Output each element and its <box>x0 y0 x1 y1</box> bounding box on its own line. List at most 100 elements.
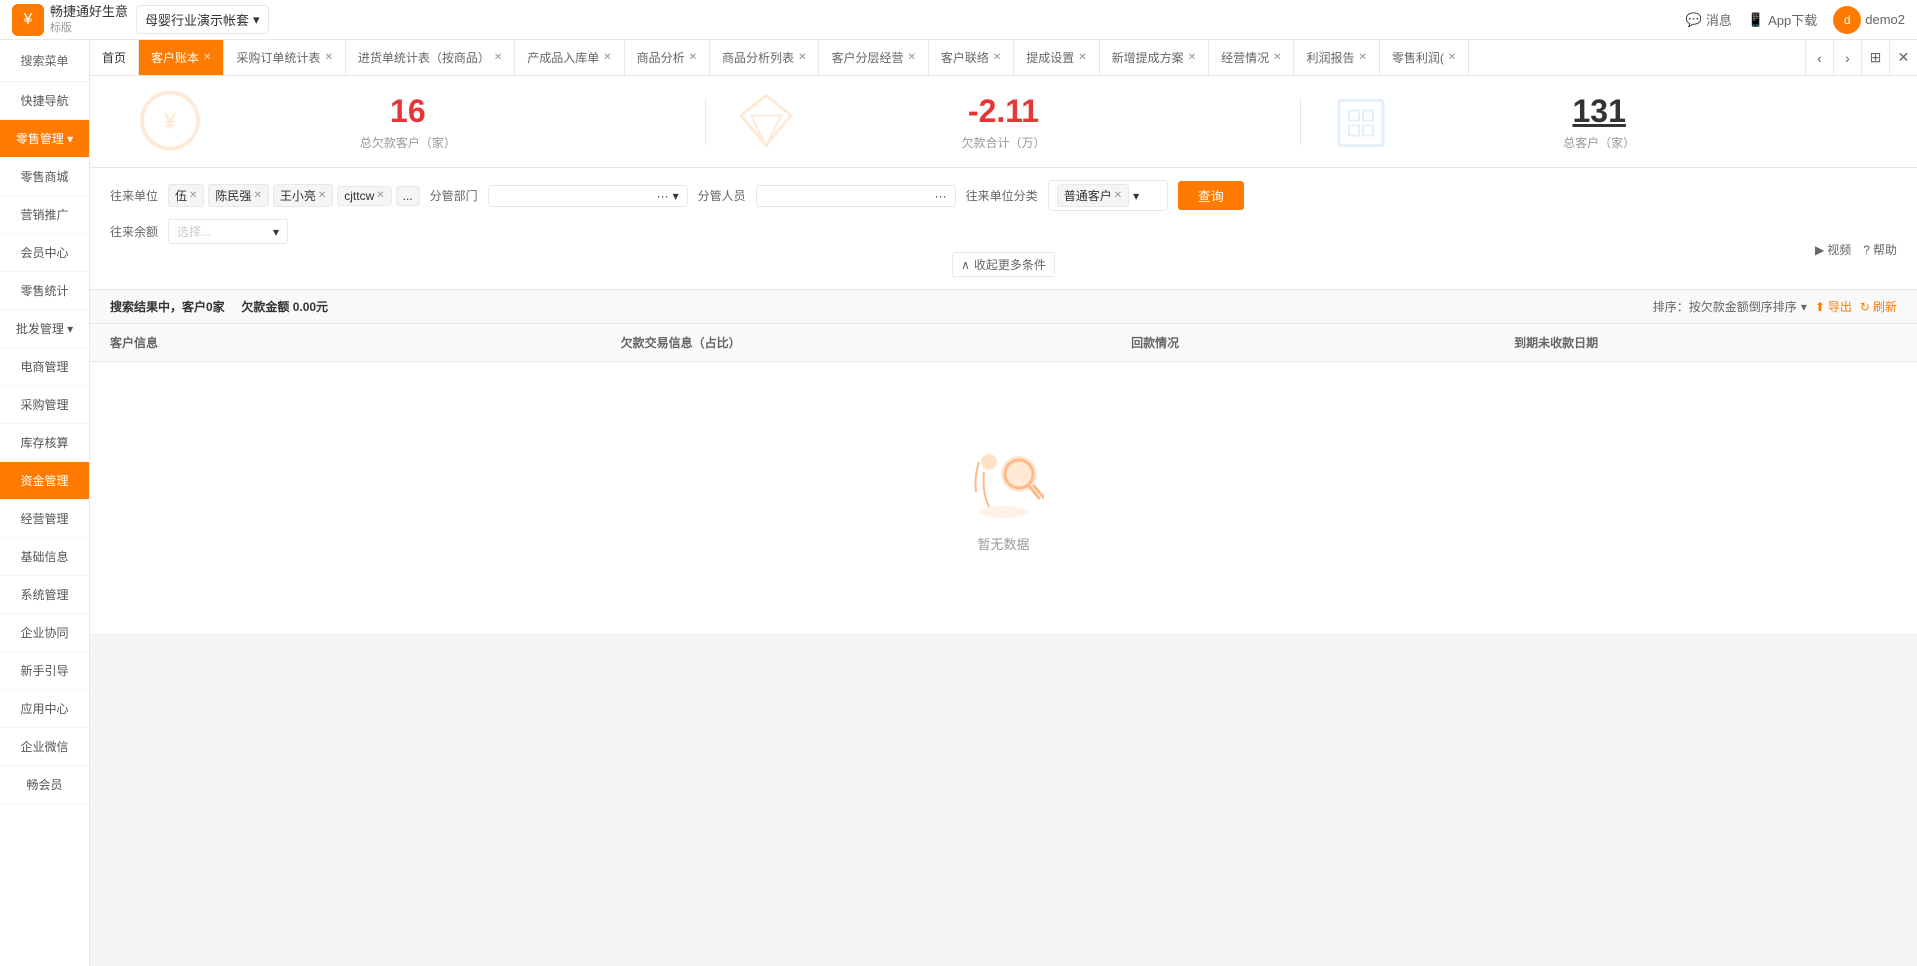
export-btn[interactable]: ⬆ 导出 <box>1815 298 1852 315</box>
empty-icon <box>964 442 1044 522</box>
col-overdue-info: 欠款交易信息（占比） <box>621 334 1132 351</box>
tab-inbound-stats[interactable]: 进货单统计表（按商品） ✕ <box>346 40 515 76</box>
collapse-btn[interactable]: ∧ 收起更多条件 <box>952 252 1055 277</box>
message-btn[interactable]: 💬 消息 <box>1686 10 1732 29</box>
refresh-icon: ↻ <box>1860 300 1870 314</box>
balance-filter-label: 往来余额 <box>110 223 158 240</box>
tab-close-retail-profit[interactable]: ✕ <box>1448 52 1456 63</box>
tab-profit-report[interactable]: 利润报告 ✕ <box>1294 40 1379 76</box>
header-wrap: ¥ 16 总欠款客户（家） <box>90 76 1917 168</box>
sidebar-item-ecommerce-mgmt[interactable]: 电商管理 <box>0 348 89 386</box>
tab-ops-situation[interactable]: 经营情况 ✕ <box>1209 40 1294 76</box>
tab-nav-btns: ‹ › ⊞ ✕ <box>1805 40 1917 76</box>
tab-production-inbound[interactable]: 产成品入库单 ✕ <box>515 40 624 76</box>
sidebar-item-basic-info[interactable]: 基础信息 <box>0 538 89 576</box>
unit-tag-wu: 伍 ✕ <box>168 184 204 207</box>
sidebar-item-wechat[interactable]: 企业微信 <box>0 728 89 766</box>
unit-type-label: 往来单位分类 <box>966 187 1038 204</box>
sidebar-item-batch-mgmt[interactable]: 批发管理 ▾ <box>0 310 89 348</box>
video-link[interactable]: ▶ 视频 <box>1815 241 1851 258</box>
overdue-customers-value: 16 <box>390 92 426 130</box>
tab-prev-btn[interactable]: ‹ <box>1805 40 1833 76</box>
unit-type-tag-normal: 普通客户 ✕ <box>1057 184 1129 207</box>
tab-purchase-order-stats[interactable]: 采购订单统计表 ✕ <box>224 40 345 76</box>
unit-filter-label: 往来单位 <box>110 187 158 204</box>
unit-type-tags: 普通客户 ✕ <box>1057 184 1129 207</box>
balance-filter-select[interactable]: 选择... ▾ <box>168 219 288 244</box>
export-icon: ⬆ <box>1815 300 1825 314</box>
unit-tag-chen-close[interactable]: ✕ <box>253 190 261 201</box>
unit-filter-tags: 伍 ✕ 陈民强 ✕ 王小亮 ✕ cjttcw ✕ <box>168 184 420 207</box>
tab-retail-profit[interactable]: 零售利润( ✕ <box>1380 40 1469 76</box>
tab-close-profit-report[interactable]: ✕ <box>1359 52 1367 63</box>
unit-type-tag-close[interactable]: ✕ <box>1114 190 1122 201</box>
tab-close-customer-ledger[interactable]: ✕ <box>203 52 211 63</box>
sidebar-item-marketing[interactable]: 营销推广 <box>0 196 89 234</box>
query-button[interactable]: 查询 <box>1178 181 1244 210</box>
tab-close-ops-situation[interactable]: ✕ <box>1273 52 1281 63</box>
tab-close-add-commission[interactable]: ✕ <box>1188 52 1196 63</box>
sidebar-item-app-center[interactable]: 应用中心 <box>0 690 89 728</box>
sidebar-item-retail-mall[interactable]: 零售商城 <box>0 158 89 196</box>
search-menu-btn[interactable]: 搜索菜单 <box>8 48 81 73</box>
sidebar-item-quick-nav[interactable]: 快捷导航 <box>0 82 89 120</box>
coin-icon: ¥ <box>140 90 200 153</box>
results-sort[interactable]: 排序：按欠款金额倒序排序 ▾ <box>1653 298 1807 315</box>
sidebar-item-inventory[interactable]: 库存核算 <box>0 424 89 462</box>
tab-product-analysis[interactable]: 商品分析 ✕ <box>625 40 710 76</box>
results-actions: 排序：按欠款金额倒序排序 ▾ ⬆ 导出 ↻ 刷新 <box>1653 298 1897 315</box>
store-selector[interactable]: 母婴行业演示帐套 ▾ <box>136 5 269 34</box>
sidebar-item-retail-stats[interactable]: 零售统计 <box>0 272 89 310</box>
tab-bar: 首页 客户账本 ✕ 采购订单统计表 ✕ 进货单统计表（按商品） ✕ 产成品入库单… <box>90 40 1917 76</box>
unit-type-filter-select[interactable]: 普通客户 ✕ ▾ <box>1048 180 1168 211</box>
unit-tag-wang-close[interactable]: ✕ <box>318 190 326 201</box>
tab-close-production-inbound[interactable]: ✕ <box>603 52 611 63</box>
unit-tag-cjttcw-close[interactable]: ✕ <box>376 190 384 201</box>
sidebar-item-purchase-mgmt[interactable]: 采购管理 <box>0 386 89 424</box>
refresh-btn[interactable]: ↻ 刷新 <box>1860 298 1897 315</box>
sidebar-item-member[interactable]: 畅会员 <box>0 766 89 804</box>
app-download-btn[interactable]: 📱 App下载 <box>1748 10 1817 29</box>
sidebar-item-member-center[interactable]: 会员中心 <box>0 234 89 272</box>
tab-add-commission[interactable]: 新增提成方案 ✕ <box>1100 40 1209 76</box>
tab-close-inbound-stats[interactable]: ✕ <box>494 52 502 63</box>
sidebar-item-capital-mgmt[interactable]: 资金管理 <box>0 462 89 500</box>
results-amount: 欠款金额 0.00元 <box>241 300 328 314</box>
unit-tag-cjttcw: cjttcw ✕ <box>337 186 391 206</box>
tab-customer-connect[interactable]: 客户联络 ✕ <box>929 40 1014 76</box>
tab-close-customer-segment[interactable]: ✕ <box>907 52 915 63</box>
tab-close-product-analysis-list[interactable]: ✕ <box>798 52 806 63</box>
tab-commission-settings[interactable]: 提成设置 ✕ <box>1014 40 1099 76</box>
tab-close-product-analysis[interactable]: ✕ <box>689 52 697 63</box>
top-bar: ¥ 畅捷通好生意 标版 母婴行业演示帐套 ▾ 💬 消息 📱 App下载 d de… <box>0 0 1917 40</box>
tab-next-btn[interactable]: › <box>1833 40 1861 76</box>
sidebar-item-enterprise[interactable]: 企业协同 <box>0 614 89 652</box>
sidebar-item-sys-mgmt[interactable]: 系统管理 <box>0 576 89 614</box>
tab-home[interactable]: 首页 <box>90 40 139 76</box>
message-icon: 💬 <box>1686 12 1702 28</box>
sidebar-item-newbie[interactable]: 新手引导 <box>0 652 89 690</box>
user-area[interactable]: d demo2 <box>1833 6 1905 34</box>
main-layout: 搜索菜单 快捷导航 零售管理 ▾ 零售商城 营销推广 会员中心 零售统计 批发管… <box>0 40 1917 966</box>
filter-row-1: 往来单位 伍 ✕ 陈民强 ✕ 王小亮 ✕ <box>110 180 1897 211</box>
sidebar-item-ops-mgmt[interactable]: 经营管理 <box>0 500 89 538</box>
logo-area: ¥ 畅捷通好生意 标版 <box>12 4 128 36</box>
tab-close-purchase-order-stats[interactable]: ✕ <box>324 52 332 63</box>
results-bar: 搜索结果中，客户0家 欠款金额 0.00元 排序：按欠款金额倒序排序 ▾ ⬆ 导… <box>90 290 1917 324</box>
tab-customer-ledger[interactable]: 客户账本 ✕ <box>139 40 224 76</box>
unit-type-dropdown-icon: ▾ <box>1133 189 1139 203</box>
sidebar-item-retail-mgmt[interactable]: 零售管理 ▾ <box>0 120 89 158</box>
tab-close-customer-connect[interactable]: ✕ <box>993 52 1001 63</box>
unit-tag-more[interactable]: ... <box>396 186 420 206</box>
unit-tag-wu-close[interactable]: ✕ <box>189 190 197 201</box>
dept-filter-select[interactable]: ··· ▾ <box>488 185 688 207</box>
staff-filter-select[interactable]: ··· <box>756 185 956 207</box>
tab-close-commission-settings[interactable]: ✕ <box>1078 52 1086 63</box>
avatar: d <box>1833 6 1861 34</box>
tab-close-all-btn[interactable]: ✕ <box>1889 40 1917 76</box>
tab-product-analysis-list[interactable]: 商品分析列表 ✕ <box>710 40 819 76</box>
top-bar-left: ¥ 畅捷通好生意 标版 母婴行业演示帐套 ▾ <box>12 4 269 36</box>
help-link[interactable]: ? 帮助 <box>1863 241 1897 258</box>
tab-customer-segment[interactable]: 客户分层经营 ✕ <box>819 40 928 76</box>
tab-expand-btn[interactable]: ⊞ <box>1861 40 1889 76</box>
